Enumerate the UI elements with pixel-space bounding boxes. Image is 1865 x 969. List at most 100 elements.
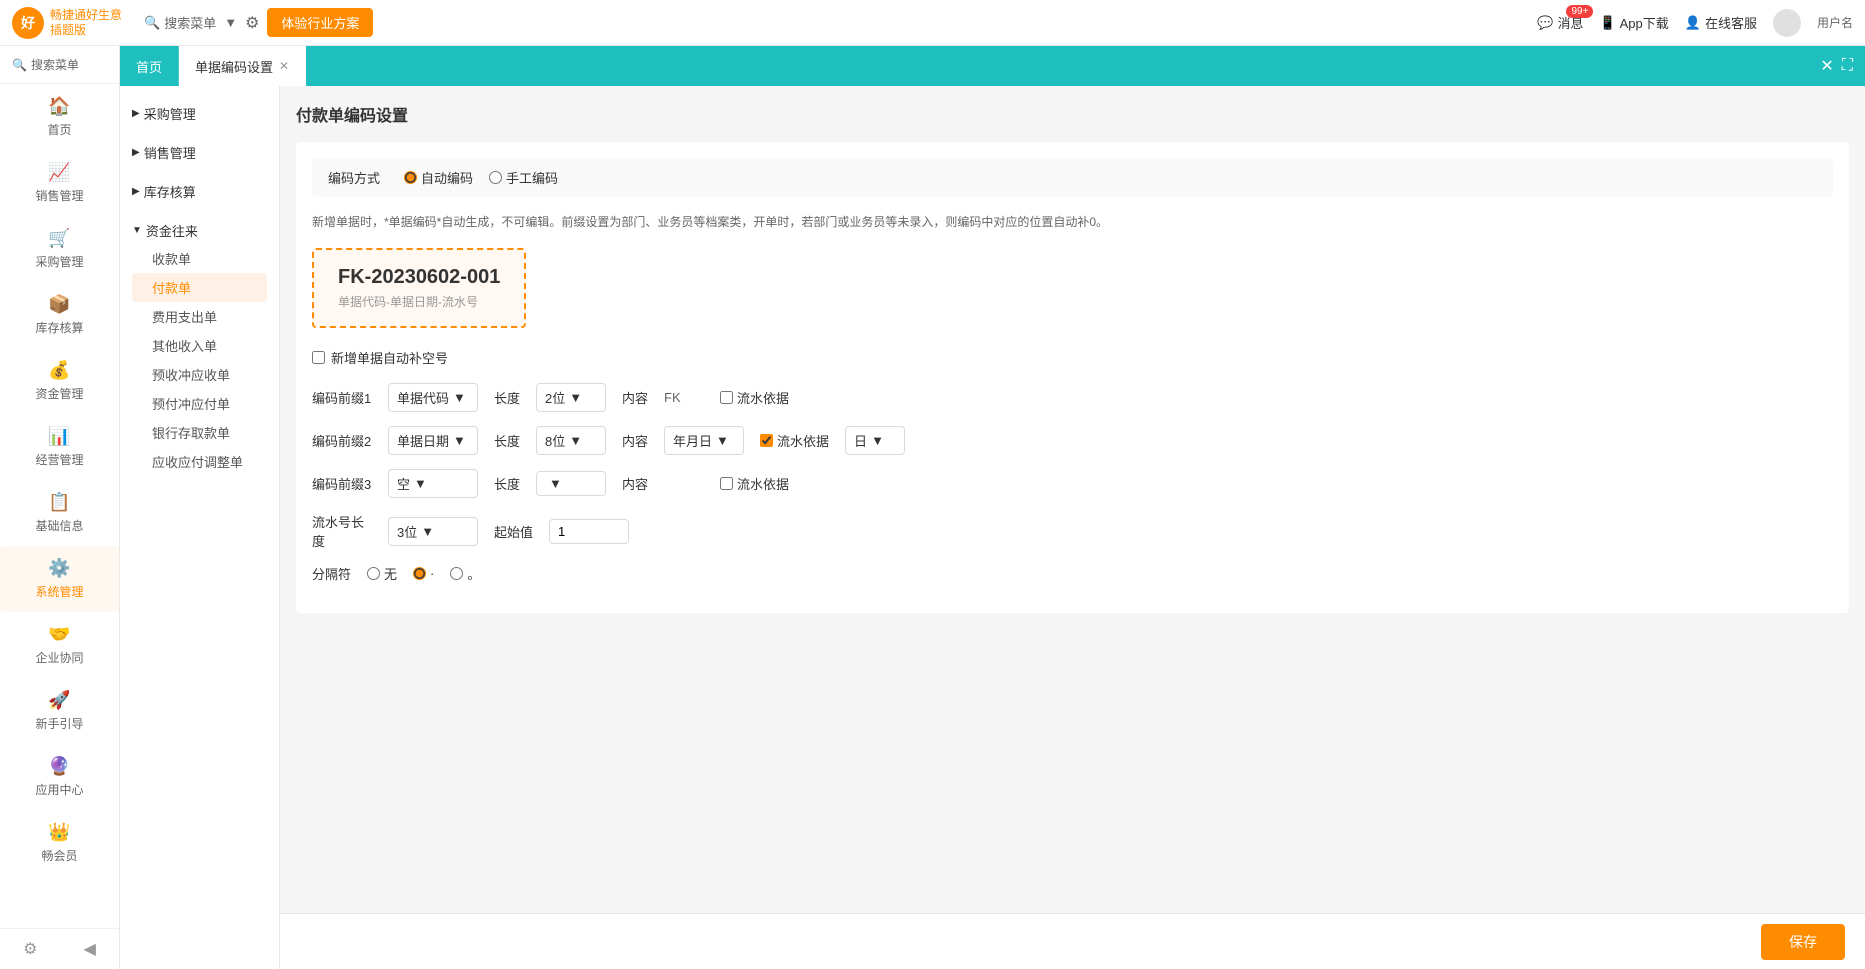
prefix1-select[interactable]: 单据代码 ▼ (388, 383, 478, 412)
system-icon: ⚙️ (48, 558, 70, 579)
leftnav-group-sales: ▶ 销售管理 (120, 133, 279, 172)
sidebar-item-inventory[interactable]: 📦 库存核算 (0, 282, 119, 348)
auto-encoding-input[interactable] (404, 171, 417, 184)
msg-icon: 💬 (1537, 15, 1553, 31)
sep-none-input[interactable] (367, 567, 380, 580)
sidebar-search[interactable]: 🔍 搜索菜单 (0, 46, 119, 84)
sep-none-radio[interactable]: 无 (367, 564, 397, 583)
leftnav-item-receipt[interactable]: 收款单 (132, 244, 267, 273)
sidebar-item-guide[interactable]: 🚀 新手引导 (0, 678, 119, 744)
prefix3-len-select[interactable]: ▼ (536, 471, 606, 496)
prefix2-len-select[interactable]: 8位 ▼ (536, 426, 606, 455)
sidebar-item-member[interactable]: 👑 畅会员 (0, 810, 119, 876)
leftnav-item-bank[interactable]: 银行存取款单 (132, 418, 267, 447)
sep-dot-input[interactable] (413, 567, 426, 580)
manual-encoding-input[interactable] (489, 171, 502, 184)
prefix1-stream-checkbox[interactable] (720, 391, 733, 404)
sidebar-item-basic[interactable]: 📋 基础信息 (0, 480, 119, 546)
trial-button[interactable]: 体验行业方案 (267, 8, 373, 37)
prefix3-stream-label-row[interactable]: 流水依据 (720, 474, 789, 493)
basic-icon: 📋 (48, 492, 70, 513)
prefix3-select[interactable]: 空 ▼ (388, 469, 478, 498)
serial-len-select[interactable]: 3位 ▼ (388, 517, 478, 546)
topbar-search[interactable]: 🔍 搜索菜单 (144, 13, 216, 32)
prefix1-stream-label-row[interactable]: 流水依据 (720, 388, 789, 407)
auto-fill-checkbox[interactable] (312, 351, 325, 364)
prefix3-len-label: 长度 (494, 474, 520, 493)
sidebar-item-apps[interactable]: 🔮 应用中心 (0, 744, 119, 810)
serial-len-label: 流水号长度 (312, 512, 372, 550)
prefix1-row: 编码前缀1 单据代码 ▼ 长度 2位 ▼ 内容 FK (312, 383, 1833, 412)
leftnav-item-payment[interactable]: 付款单 (132, 273, 267, 302)
tab-home[interactable]: 首页 (120, 46, 179, 86)
code-example-main: FK-20230602-001 (338, 266, 500, 289)
avatar (1773, 9, 1801, 37)
separator-label: 分隔符 (312, 564, 351, 583)
settings-bottom-icon[interactable]: ⚙ (23, 939, 37, 959)
page-wrapper: 付款单编码设置 编码方式 自动编码 (280, 86, 1865, 969)
prefix2-len-label: 长度 (494, 431, 520, 450)
leftnav-item-expense[interactable]: 费用支出单 (132, 302, 267, 331)
leftnav-purchase-title[interactable]: ▶ 采购管理 (132, 100, 267, 127)
leftnav-item-other-income[interactable]: 其他收入单 (132, 331, 267, 360)
info-text: 新增单据时，*单据编码*自动生成，不可编辑。前缀设置为部门、业务员等档案类，开单… (312, 213, 1833, 232)
tabbar-expand-icon[interactable]: ⛶ (1842, 57, 1853, 75)
sep-dot-radio[interactable]: · (413, 566, 434, 581)
leftnav-sales-title[interactable]: ▶ 销售管理 (132, 139, 267, 166)
msg-button[interactable]: 💬 消息 99+ (1537, 13, 1583, 32)
prefix2-stream-checkbox[interactable] (760, 434, 773, 447)
prefix1-label: 编码前缀1 (312, 388, 372, 407)
auto-encoding-radio[interactable]: 自动编码 (404, 168, 473, 187)
content-area: ▶ 采购管理 ▶ 销售管理 ▶ 库存核算 (120, 86, 1865, 969)
sidebar-item-coop[interactable]: 🤝 企业协同 (0, 612, 119, 678)
bottom-bar: 保存 (280, 913, 1865, 969)
sep-period-input[interactable] (450, 567, 463, 580)
sidebar-item-operations[interactable]: 📊 经营管理 (0, 414, 119, 480)
tabbar-close-icon[interactable]: ✕ (1820, 56, 1833, 76)
operations-icon: 📊 (48, 426, 70, 447)
leftnav-group-purchase: ▶ 采购管理 (120, 94, 279, 133)
arrow-right-icon: ▶ (132, 147, 140, 158)
app-download-button[interactable]: 📱 App下载 (1599, 13, 1668, 32)
sidebar-item-sales[interactable]: 📈 销售管理 (0, 150, 119, 216)
prefix2-select[interactable]: 单据日期 ▼ (388, 426, 478, 455)
tab-close-icon[interactable]: ✕ (279, 59, 289, 73)
sep-period-radio[interactable]: 。 (450, 564, 480, 583)
leftnav-group-inventory: ▶ 库存核算 (120, 172, 279, 211)
arrow-right-icon: ▶ (132, 108, 140, 119)
page-title: 付款单编码设置 (296, 102, 1849, 126)
prefix1-len-label: 长度 (494, 388, 520, 407)
topbar-gear[interactable]: ⚙ (245, 13, 259, 33)
sidebar-item-home[interactable]: 🏠 首页 (0, 84, 119, 150)
separator-options: 无 · 。 (367, 564, 480, 583)
leftnav-item-advance-pay[interactable]: 预付冲应付单 (132, 389, 267, 418)
auto-fill-label: 新增单据自动补空号 (331, 348, 448, 367)
prefix3-stream-checkbox[interactable] (720, 477, 733, 490)
prefix2-stream-label-row[interactable]: 流水依据 (760, 431, 829, 450)
logo: 好 畅捷通好生意 插题版 (12, 7, 132, 39)
save-button[interactable]: 保存 (1761, 924, 1845, 960)
topbar-dropdown[interactable]: ▼ (224, 15, 237, 30)
prefix2-content-select[interactable]: 年月日 ▼ (664, 426, 744, 455)
sidebar-item-purchase[interactable]: 🛒 采购管理 (0, 216, 119, 282)
sidebar-item-system[interactable]: ⚙️ 系统管理 (0, 546, 119, 612)
sidebar-item-finance[interactable]: 💰 资金管理 (0, 348, 119, 414)
chevron-down-icon: ▼ (421, 524, 434, 539)
topbar-center: 🔍 搜索菜单 ▼ ⚙ 体验行业方案 (132, 8, 1537, 37)
collapse-icon[interactable]: ◀ (84, 939, 96, 959)
encoding-mode-label: 编码方式 (328, 168, 380, 187)
prefix1-len-select[interactable]: 2位 ▼ (536, 383, 606, 412)
leftnav-item-advance-recv[interactable]: 预收冲应收单 (132, 360, 267, 389)
online-service-button[interactable]: 👤 在线客服 (1685, 13, 1757, 32)
code-example: FK-20230602-001 单据代码-单据日期-流水号 (312, 248, 526, 328)
apps-icon: 🔮 (48, 756, 70, 777)
leftnav-inventory-title[interactable]: ▶ 库存核算 (132, 178, 267, 205)
tab-encoding[interactable]: 单据编码设置 ✕ (179, 46, 306, 86)
leftnav-item-adjust[interactable]: 应收应付调整单 (132, 447, 267, 476)
prefix2-stream-select[interactable]: 日 ▼ (845, 426, 905, 455)
auto-fill-row[interactable]: 新增单据自动补空号 (312, 348, 1833, 367)
manual-encoding-radio[interactable]: 手工编码 (489, 168, 558, 187)
layout: 🔍 搜索菜单 🏠 首页 📈 销售管理 🛒 采购管理 📦 库存核算 💰 资金管理 … (0, 46, 1865, 969)
serial-start-input[interactable] (549, 519, 629, 544)
leftnav-finance-title[interactable]: ▼ 资金往来 (132, 217, 267, 244)
